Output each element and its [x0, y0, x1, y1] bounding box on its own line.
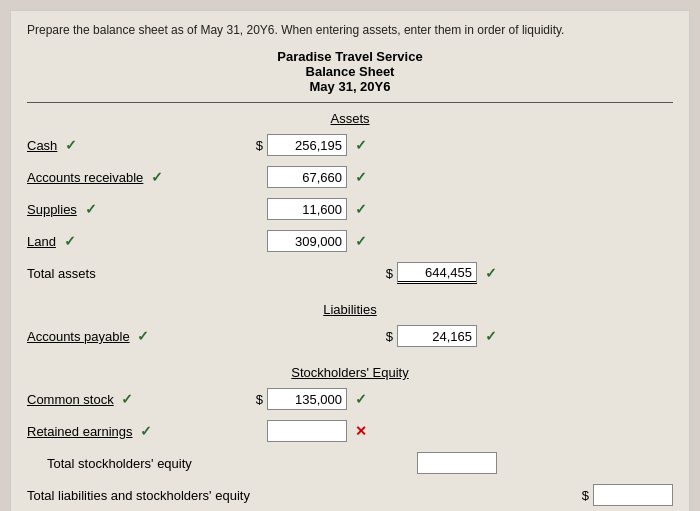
- equity-label: Stockholders' Equity: [291, 365, 408, 380]
- instruction-text: Prepare the balance sheet as of May 31, …: [27, 23, 673, 37]
- supplies-value-box[interactable]: 11,600: [267, 198, 347, 220]
- total-assets-row: Total assets $ 644,455 ✓: [27, 260, 673, 286]
- cs-value-check-icon: ✓: [355, 391, 367, 407]
- total-equity-row: Total stockholders' equity: [27, 450, 673, 476]
- report-date: May 31, 20Y6: [27, 79, 673, 94]
- company-name: Paradise Travel Service: [27, 49, 673, 64]
- supplies-row: Supplies ✓ 11,600 ✓: [27, 196, 673, 222]
- ap-dollar: $: [386, 329, 393, 344]
- ar-value: 67,660: [302, 170, 342, 185]
- cash-label: Cash: [27, 138, 57, 153]
- assets-label: Assets: [330, 111, 369, 126]
- ap-value-box[interactable]: 24,165: [397, 325, 477, 347]
- cs-value: 135,000: [295, 392, 342, 407]
- total-assets-value: 644,455: [425, 265, 472, 280]
- common-stock-label: Common stock: [27, 392, 114, 407]
- total-assets-check-icon: ✓: [485, 265, 497, 281]
- cash-row: Cash ✓ $ 256,195 ✓: [27, 132, 673, 158]
- total-liabilities-equity-row: Total liabilities and stockholders' equi…: [27, 482, 673, 508]
- land-check-icon: ✓: [64, 233, 76, 249]
- re-check-icon: ✓: [140, 423, 152, 439]
- land-value-check-icon: ✓: [355, 233, 367, 249]
- report-title: Balance Sheet: [27, 64, 673, 79]
- supplies-value-check-icon: ✓: [355, 201, 367, 217]
- header-divider: [27, 102, 673, 103]
- total-le-dollar: $: [582, 488, 589, 503]
- total-assets-dollar: $: [386, 266, 393, 281]
- total-equity-label: Total stockholders' equity: [27, 456, 192, 471]
- spacer-1: [27, 292, 673, 302]
- accounts-payable-row: Accounts payable ✓ $ 24,165 ✓: [27, 323, 673, 349]
- ap-check-icon: ✓: [137, 328, 149, 344]
- cs-check-icon: ✓: [121, 391, 133, 407]
- total-equity-value-box[interactable]: [417, 452, 497, 474]
- accounts-receivable-row: Accounts receivable ✓ 67,660 ✓: [27, 164, 673, 190]
- ap-value: 24,165: [432, 329, 472, 344]
- supplies-label: Supplies: [27, 202, 77, 217]
- common-stock-row: Common stock ✓ $ 135,000 ✓: [27, 386, 673, 412]
- total-assets-label: Total assets: [27, 266, 96, 281]
- land-row: Land ✓ 309,000 ✓: [27, 228, 673, 254]
- land-label: Land: [27, 234, 56, 249]
- cash-value-box[interactable]: 256,195: [267, 134, 347, 156]
- cash-dollar: $: [256, 138, 263, 153]
- ar-value-box[interactable]: 67,660: [267, 166, 347, 188]
- accounts-payable-label: Accounts payable: [27, 329, 130, 344]
- re-x-icon: ✕: [355, 423, 367, 439]
- total-assets-value-box[interactable]: 644,455: [397, 262, 477, 284]
- total-le-value-box[interactable]: [593, 484, 673, 506]
- supplies-value: 11,600: [302, 202, 342, 217]
- cs-dollar: $: [256, 392, 263, 407]
- retained-earnings-row: Retained earnings ✓ ✕: [27, 418, 673, 444]
- supplies-check-icon: ✓: [85, 201, 97, 217]
- spacer-2: [27, 355, 673, 365]
- land-value: 309,000: [295, 234, 342, 249]
- ar-value-check-icon: ✓: [355, 169, 367, 185]
- total-liabilities-equity-label: Total liabilities and stockholders' equi…: [27, 488, 250, 503]
- ar-check-icon: ✓: [151, 169, 163, 185]
- accounts-receivable-label: Accounts receivable: [27, 170, 143, 185]
- cash-value: 256,195: [295, 138, 342, 153]
- retained-earnings-label: Retained earnings: [27, 424, 133, 439]
- page-container: Prepare the balance sheet as of May 31, …: [10, 10, 690, 511]
- land-value-box[interactable]: 309,000: [267, 230, 347, 252]
- liabilities-label: Liabilities: [323, 302, 376, 317]
- cash-value-check-icon: ✓: [355, 137, 367, 153]
- re-value-box[interactable]: [267, 420, 347, 442]
- cash-check-icon: ✓: [65, 137, 77, 153]
- balance-sheet-body: Assets Cash ✓ $ 256,195 ✓ Accounts recei…: [27, 111, 673, 508]
- cs-value-box[interactable]: 135,000: [267, 388, 347, 410]
- ap-value-check-icon: ✓: [485, 328, 497, 344]
- report-header: Paradise Travel Service Balance Sheet Ma…: [27, 49, 673, 94]
